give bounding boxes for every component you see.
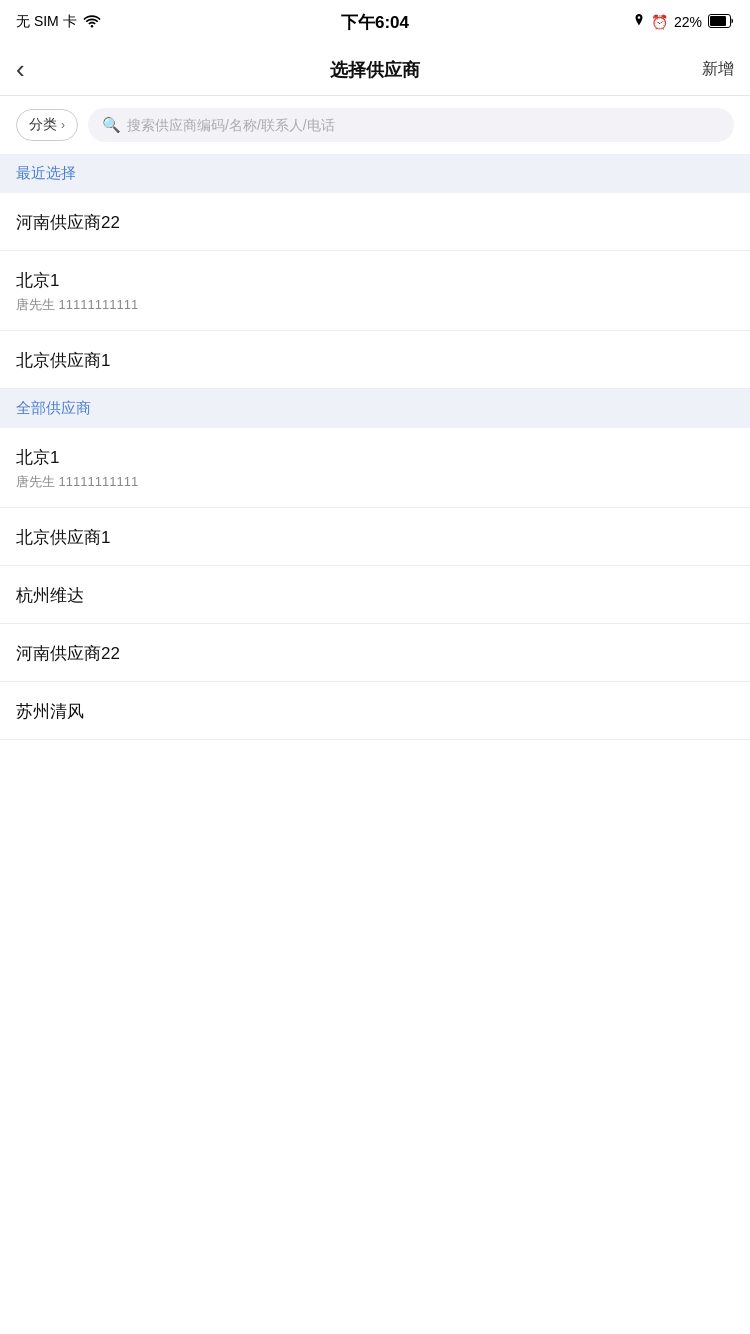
item-name: 北京1	[16, 446, 734, 469]
battery-text: 22%	[674, 14, 702, 30]
item-name: 河南供应商22	[16, 211, 734, 234]
back-button[interactable]: ‹	[16, 54, 56, 85]
svg-rect-1	[710, 16, 726, 26]
search-box[interactable]: 🔍	[88, 108, 734, 142]
item-name: 北京1	[16, 269, 734, 292]
all-section-header: 全部供应商	[0, 389, 750, 428]
recent-list-item[interactable]: 北京1 唐先生 11111111111	[0, 251, 750, 331]
all-list-item[interactable]: 河南供应商22	[0, 624, 750, 682]
alarm-icon: ⏰	[651, 14, 668, 30]
all-list-item[interactable]: 北京1 唐先生 11111111111	[0, 428, 750, 508]
status-bar: 无 SIM 卡 下午6:04 ⏰ 22%	[0, 0, 750, 44]
filter-bar: 分类 › 🔍	[0, 96, 750, 154]
battery-icon	[708, 14, 734, 31]
status-right: ⏰ 22%	[633, 14, 734, 31]
search-icon: 🔍	[102, 116, 121, 134]
item-name: 北京供应商1	[16, 349, 734, 372]
item-name: 杭州维达	[16, 584, 734, 607]
item-name: 苏州清风	[16, 700, 734, 723]
item-name: 河南供应商22	[16, 642, 734, 665]
recent-list-item[interactable]: 河南供应商22	[0, 193, 750, 251]
recent-section-header: 最近选择	[0, 154, 750, 193]
recent-items-list: 河南供应商22 北京1 唐先生 11111111111 北京供应商1	[0, 193, 750, 389]
all-items-list: 北京1 唐先生 11111111111 北京供应商1 杭州维达河南供应商22 苏州清风	[0, 428, 750, 740]
recent-section-label: 最近选择	[16, 164, 76, 181]
all-list-item[interactable]: 北京供应商1	[0, 508, 750, 566]
nav-bar: ‹ 选择供应商 新增	[0, 44, 750, 96]
item-sub: 唐先生 11111111111	[16, 473, 734, 491]
search-input[interactable]	[127, 117, 720, 133]
all-section-label: 全部供应商	[16, 399, 91, 416]
location-icon	[633, 14, 645, 31]
status-left: 无 SIM 卡	[16, 13, 101, 31]
no-sim-text: 无 SIM 卡	[16, 13, 77, 31]
new-button[interactable]: 新增	[694, 59, 734, 80]
page-title: 选择供应商	[56, 58, 694, 82]
recent-list-item[interactable]: 北京供应商1	[0, 331, 750, 389]
wifi-icon	[83, 14, 101, 31]
category-label: 分类	[29, 116, 57, 134]
item-sub: 唐先生 11111111111	[16, 296, 734, 314]
chevron-right-icon: ›	[61, 118, 65, 132]
all-list-item[interactable]: 杭州维达	[0, 566, 750, 624]
item-name: 北京供应商1	[16, 526, 734, 549]
all-list-item[interactable]: 苏州清风	[0, 682, 750, 740]
category-filter[interactable]: 分类 ›	[16, 109, 78, 141]
status-time: 下午6:04	[341, 11, 409, 34]
